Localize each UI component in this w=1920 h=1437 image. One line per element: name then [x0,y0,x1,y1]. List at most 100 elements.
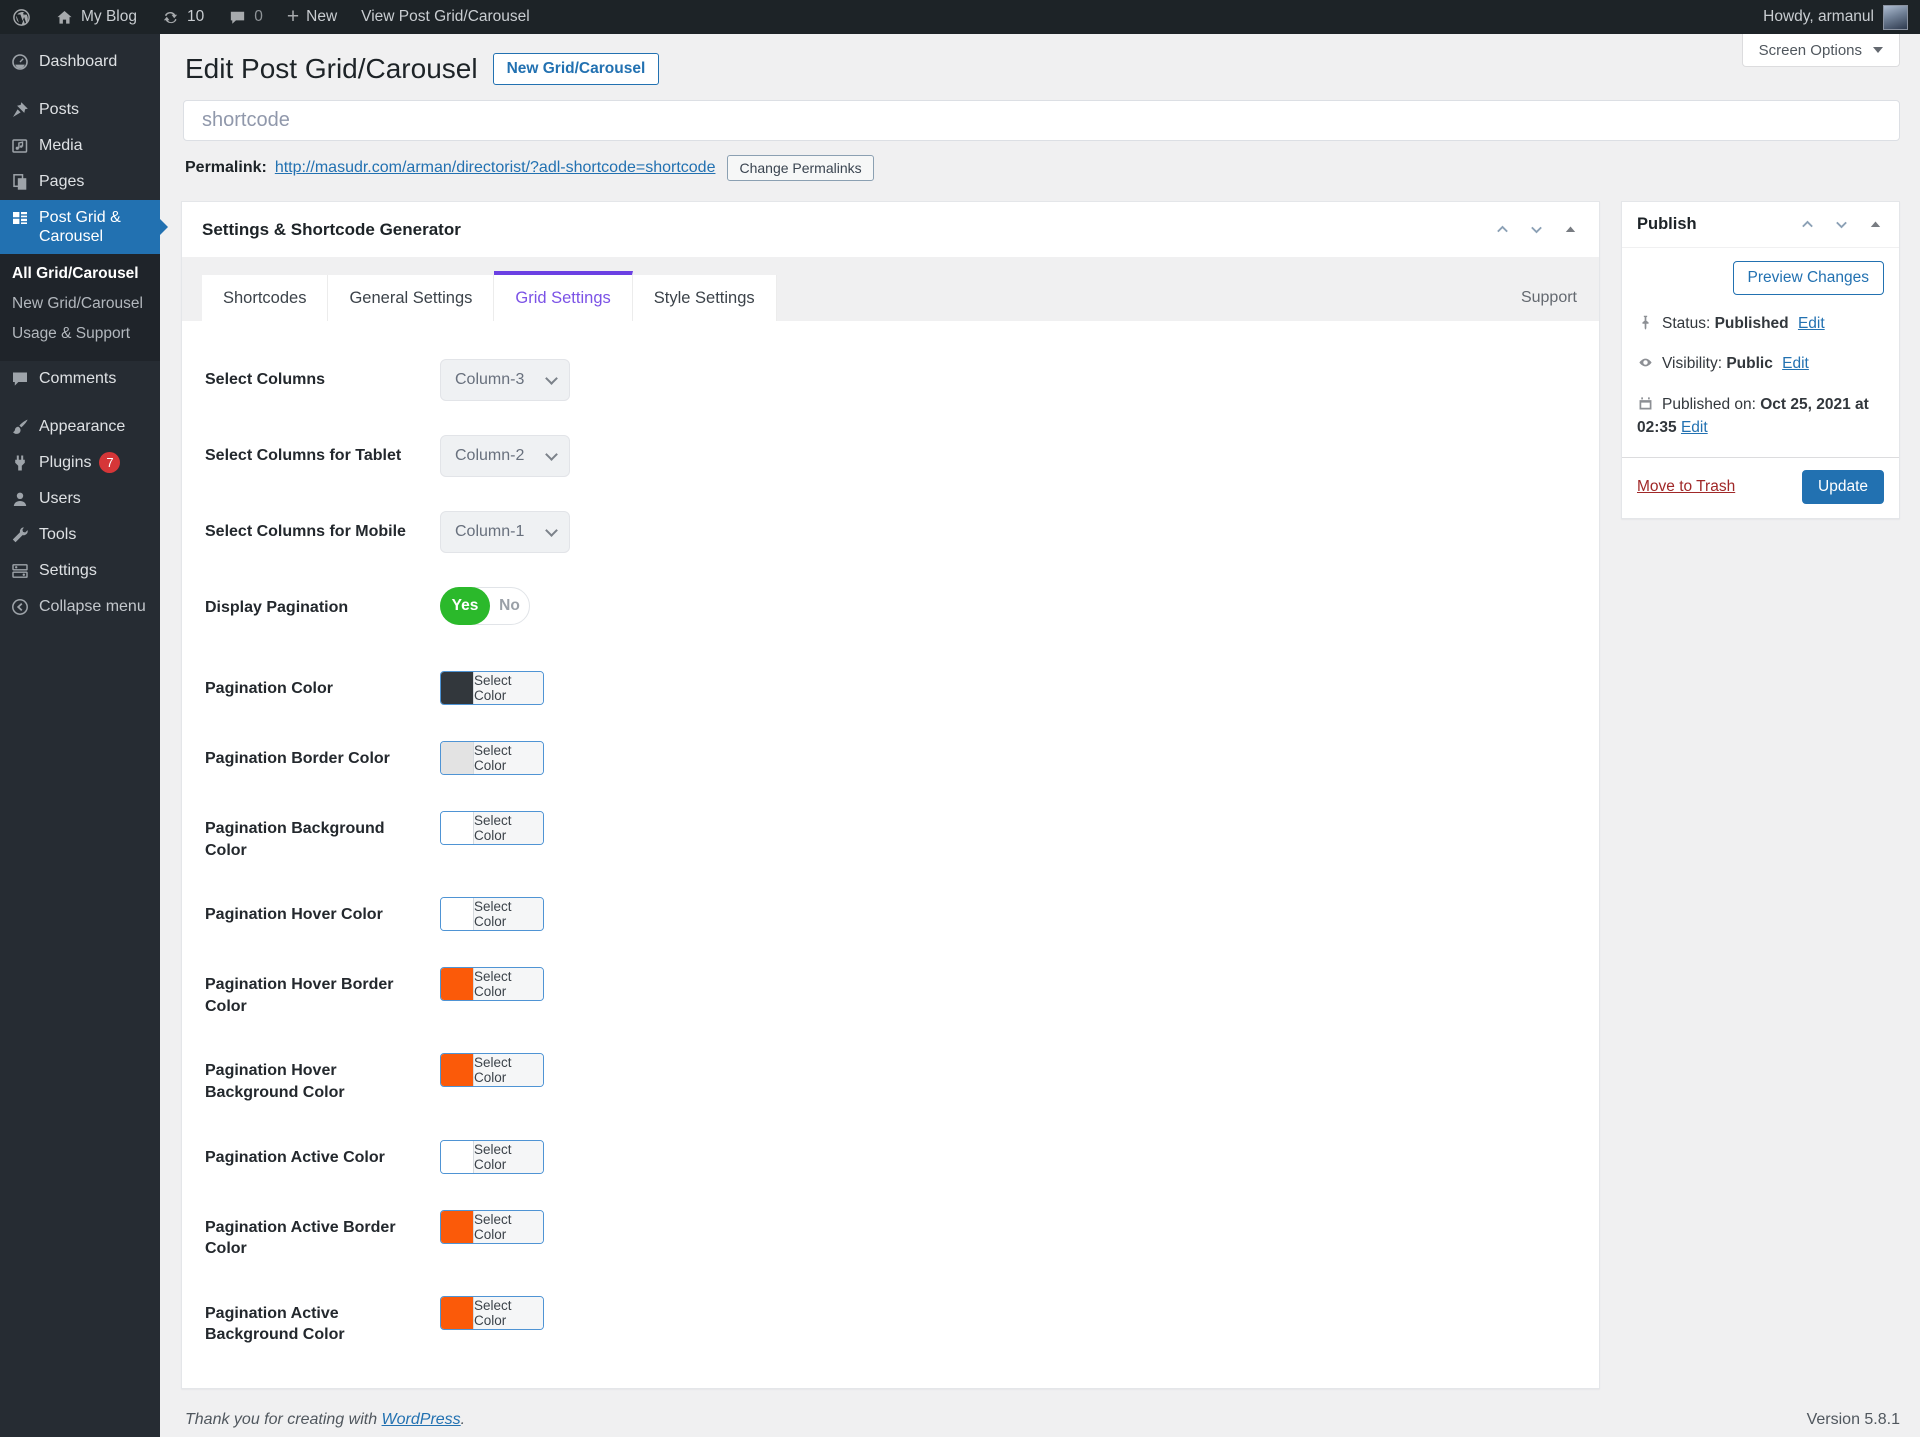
status-label: Status: [1662,315,1711,332]
color-swatch[interactable] [441,1054,474,1087]
collapse-panel-icon[interactable] [1562,221,1579,238]
sidebar-item-comments[interactable]: Comments [0,361,160,397]
sidebar-item-dashboard[interactable]: Dashboard [0,44,160,80]
sidebar-item-label: Tools [39,526,77,543]
move-to-trash-link[interactable]: Move to Trash [1637,478,1735,496]
admin-bar-account[interactable]: Howdy, armanul [1751,0,1920,34]
sidebar-item-users[interactable]: Users [0,481,160,517]
admin-bar-new[interactable]: + New [275,0,349,34]
select-color-button[interactable]: Select Color [474,1140,543,1173]
settings-shortcode-panel: Settings & Shortcode Generator Shortcode… [181,201,1600,1389]
color-swatch[interactable] [441,1140,474,1173]
sidebar-item-settings[interactable]: Settings [0,553,160,589]
select-columns-mobile-dropdown[interactable]: Column-1 [440,511,570,553]
admin-bar-site-name[interactable]: My Blog [43,0,149,34]
toggle-no-option[interactable]: No [490,588,529,624]
pagination-color-row: Pagination Color Select Color [205,671,1569,705]
preview-changes-button[interactable]: Preview Changes [1732,261,1884,295]
publish-box: Publish Preview Changes Status: Publishe… [1621,201,1900,519]
sidebar-item-media[interactable]: Media [0,128,160,164]
move-down-icon[interactable] [1528,221,1545,238]
pagination-active-border-color-picker[interactable]: Select Color [440,1209,544,1244]
admin-sidebar: Dashboard Posts Media Pages Post Grid & … [0,34,168,1437]
sidebar-item-pages[interactable]: Pages [0,164,160,200]
tab-grid-settings[interactable]: Grid Settings [494,271,633,321]
pagination-active-color-picker[interactable]: Select Color [440,1139,544,1174]
publish-header: Publish [1622,202,1899,248]
color-swatch[interactable] [441,1296,474,1329]
sidebar-item-post-grid-carousel[interactable]: Post Grid & Carousel [0,200,168,254]
new-grid-carousel-button[interactable]: New Grid/Carousel [492,53,660,85]
select-color-button[interactable]: Select Color [474,968,543,1001]
new-label: New [306,8,338,25]
move-up-icon[interactable] [1799,216,1816,233]
submenu-usage-support[interactable]: Usage & Support [0,319,160,349]
select-columns-tablet-dropdown[interactable]: Column-2 [440,435,570,477]
pagination-color-picker[interactable]: Select Color [440,671,544,705]
visibility-value: Public [1726,355,1773,373]
pagination-hover-border-color-picker[interactable]: Select Color [440,967,544,1002]
wordpress-logo-icon [12,8,31,27]
color-swatch[interactable] [441,1210,474,1243]
color-swatch[interactable] [441,968,474,1001]
sidebar-collapse-menu[interactable]: Collapse menu [0,589,160,625]
submenu-new-grid-carousel[interactable]: New Grid/Carousel [0,289,160,319]
move-down-icon[interactable] [1833,216,1850,233]
panel-header: Settings & Shortcode Generator [182,202,1599,257]
pagination-hover-background-color-picker[interactable]: Select Color [440,1053,544,1088]
sidebar-item-posts[interactable]: Posts [0,92,160,128]
collapse-panel-icon[interactable] [1867,216,1884,233]
view-post-label: View Post Grid/Carousel [361,8,530,25]
color-swatch[interactable] [441,672,474,704]
wordpress-menu[interactable] [0,0,43,34]
plus-icon: + [286,4,300,28]
select-color-button[interactable]: Select Color [474,1054,543,1087]
tab-shortcodes[interactable]: Shortcodes [202,275,329,321]
sidebar-item-appearance[interactable]: Appearance [0,409,160,445]
screen-options-button[interactable]: Screen Options [1741,34,1900,67]
change-permalinks-button[interactable]: Change Permalinks [727,155,874,181]
edit-visibility-link[interactable]: Edit [1782,355,1809,372]
permalink-url-link[interactable]: http://masudr.com/arman/directorist/?adl… [275,159,716,177]
admin-bar-updates[interactable]: 10 [149,0,216,34]
edit-status-link[interactable]: Edit [1798,315,1825,332]
select-color-button[interactable]: Select Color [474,898,543,931]
color-swatch[interactable] [441,898,474,931]
users-icon [10,489,30,509]
update-button[interactable]: Update [1802,470,1884,504]
select-columns-dropdown[interactable]: Column-3 [440,359,570,401]
pagination-border-color-picker[interactable]: Select Color [440,741,544,775]
tab-general-settings[interactable]: General Settings [328,275,495,321]
admin-bar-comments[interactable]: 0 [216,0,275,34]
admin-bar-view-post[interactable]: View Post Grid/Carousel [349,0,542,34]
field-label: Pagination Active Color [205,1148,385,1166]
sidebar-item-tools[interactable]: Tools [0,517,160,553]
color-swatch[interactable] [441,742,474,774]
select-color-button[interactable]: Select Color [474,742,543,774]
submenu-all-grid-carousel[interactable]: All Grid/Carousel [0,259,160,289]
permalink-row: Permalink: http://masudr.com/arman/direc… [185,155,1920,181]
wordpress-link[interactable]: WordPress [382,1411,461,1428]
color-swatch[interactable] [441,812,474,844]
sidebar-item-plugins[interactable]: Plugins 7 [0,445,160,481]
support-link[interactable]: Support [1521,275,1577,321]
field-label: Pagination Hover Border Color [205,976,394,1015]
select-color-button[interactable]: Select Color [474,672,543,704]
tab-style-settings[interactable]: Style Settings [632,275,777,321]
publish-footer: Move to Trash Update [1622,457,1899,518]
move-up-icon[interactable] [1494,221,1511,238]
pagination-background-color-picker[interactable]: Select Color [440,811,544,845]
select-color-button[interactable]: Select Color [474,812,543,844]
select-color-button[interactable]: Select Color [474,1210,543,1243]
display-pagination-toggle[interactable]: Yes No [440,587,530,625]
pagination-active-background-color-picker[interactable]: Select Color [440,1295,544,1330]
home-icon [55,8,74,27]
select-color-button[interactable]: Select Color [474,1296,543,1329]
edit-published-link[interactable]: Edit [1681,419,1708,436]
sidebar-item-label: Users [39,490,81,507]
post-title-input[interactable] [183,100,1900,141]
menu-separator [0,80,160,92]
pagination-hover-color-picker[interactable]: Select Color [440,897,544,932]
toggle-yes-option[interactable]: Yes [440,587,490,625]
status-pin-icon [1637,314,1654,331]
